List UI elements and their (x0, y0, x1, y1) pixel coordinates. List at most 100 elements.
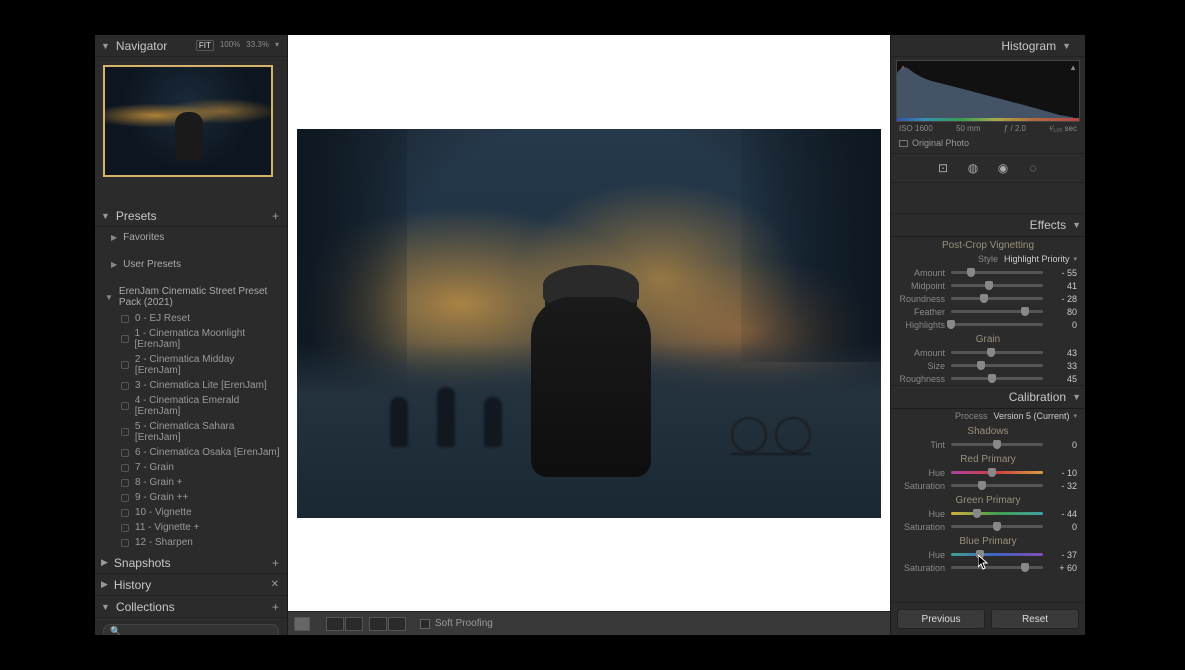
slider-track[interactable] (951, 512, 1043, 515)
redeye-tool-icon[interactable]: ◉ (995, 160, 1011, 176)
slider-shadows-tint[interactable]: Tint0 (891, 438, 1085, 451)
vignette-style-dropdown[interactable]: Style Highlight Priority ▾ (891, 252, 1085, 266)
snapshots-header[interactable]: ▶ Snapshots + (95, 552, 287, 574)
masking-tool-icon[interactable]: ◌ (1025, 160, 1041, 176)
slider-grain-roughness[interactable]: Roughness45 (891, 372, 1085, 385)
before-after-toggle[interactable] (326, 617, 344, 631)
slider-track[interactable] (951, 566, 1043, 569)
slider-track[interactable] (951, 443, 1043, 446)
histogram-header[interactable]: Histogram ▼ (891, 35, 1085, 57)
navigator-header[interactable]: ▼ Navigator FIT 100% 33.3% ▾ (95, 35, 287, 57)
slider-thumb[interactable] (987, 348, 995, 357)
slider-thumb[interactable] (985, 281, 993, 290)
preset-item[interactable]: 11 - Vignette + (95, 520, 287, 535)
slider-grain-size[interactable]: Size33 (891, 359, 1085, 372)
history-header[interactable]: ▶ History ✕ (95, 574, 287, 596)
preset-item[interactable]: 4 - Cinematica Emerald [ErenJam] (95, 393, 287, 419)
slider-thumb[interactable] (977, 361, 985, 370)
loupe-view-button[interactable] (294, 617, 310, 631)
slider-thumb[interactable] (1021, 563, 1029, 572)
zoom-33[interactable]: 33.3% (246, 40, 269, 51)
slider-thumb[interactable] (973, 509, 981, 518)
slider-track[interactable] (951, 484, 1043, 487)
slider-track[interactable] (951, 364, 1043, 367)
copy-before-after[interactable] (388, 617, 406, 631)
presets-favorites[interactable]: ▶ Favorites (95, 229, 287, 246)
navigator-preview[interactable] (103, 65, 273, 177)
slider-red-hue[interactable]: Hue- 10 (891, 466, 1085, 479)
presets-userpresets[interactable]: ▶ User Presets (95, 256, 287, 273)
original-photo-toggle[interactable]: Original Photo (891, 135, 1085, 151)
slider-thumb[interactable] (988, 374, 996, 383)
slider-thumb[interactable] (978, 481, 986, 490)
preset-item[interactable]: 3 - Cinematica Lite [ErenJam] (95, 378, 287, 393)
slider-grain-amount[interactable]: Amount43 (891, 346, 1085, 359)
slider-thumb[interactable] (993, 522, 1001, 531)
slider-track[interactable] (951, 525, 1043, 528)
before-after-split-group (369, 617, 406, 631)
reset-button[interactable]: Reset (991, 609, 1079, 629)
slider-thumb[interactable] (967, 268, 975, 277)
clear-history-button[interactable]: ✕ (271, 579, 279, 590)
slider-red-sat[interactable]: Saturation- 32 (891, 479, 1085, 492)
slider-thumb[interactable] (1021, 307, 1029, 316)
zoom-fit[interactable]: FIT (196, 40, 214, 51)
slider-thumb[interactable] (976, 550, 984, 559)
slider-track[interactable] (951, 377, 1043, 380)
slider-track[interactable] (951, 553, 1043, 556)
histogram-display[interactable]: ▲ ▲ (896, 60, 1080, 122)
soft-proofing-toggle[interactable]: Soft Proofing (420, 618, 493, 629)
process-version-dropdown[interactable]: Process Version 5 (Current) ▾ (891, 409, 1085, 423)
slider-blue-hue[interactable]: Hue- 37 (891, 548, 1085, 561)
before-after-mode[interactable] (345, 617, 363, 631)
preset-item[interactable]: 8 - Grain + (95, 475, 287, 490)
slider-thumb[interactable] (947, 320, 955, 329)
preset-item[interactable]: 12 - Sharpen (95, 535, 287, 550)
crop-tool-icon[interactable]: ⊡ (935, 160, 951, 176)
zoom-100[interactable]: 100% (220, 40, 240, 51)
slider-green-hue[interactable]: Hue- 44 (891, 507, 1085, 520)
calibration-header[interactable]: Calibration ▼ (891, 385, 1085, 409)
previous-button[interactable]: Previous (897, 609, 985, 629)
preset-item[interactable]: 5 - Cinematica Sahara [ErenJam] (95, 419, 287, 445)
slider-green-sat[interactable]: Saturation0 (891, 520, 1085, 533)
photo-canvas[interactable] (288, 35, 890, 611)
preset-item[interactable]: 2 - Cinematica Midday [ErenJam] (95, 352, 287, 378)
slider-track[interactable] (951, 351, 1043, 354)
before-after-group (326, 617, 363, 631)
swap-before-after[interactable] (369, 617, 387, 631)
slider-track[interactable] (951, 323, 1043, 326)
presets-header[interactable]: ▼ Presets + (95, 205, 287, 227)
preset-item[interactable]: 6 - Cinematica Osaka [ErenJam] (95, 445, 287, 460)
slider-track[interactable] (951, 297, 1043, 300)
add-snapshot-button[interactable]: + (272, 556, 279, 570)
preset-item[interactable]: 0 - EJ Reset (95, 311, 287, 326)
preset-item[interactable]: 7 - Grain (95, 460, 287, 475)
zoom-caret-icon[interactable]: ▾ (275, 40, 279, 51)
slider-feather[interactable]: Feather80 (891, 305, 1085, 318)
slider-track[interactable] (951, 284, 1043, 287)
preset-item[interactable]: 10 - Vignette (95, 505, 287, 520)
add-collection-button[interactable]: + (272, 600, 279, 614)
slider-thumb[interactable] (980, 294, 988, 303)
preset-item[interactable]: 1 - Cinematica Moonlight [ErenJam] (95, 326, 287, 352)
heal-tool-icon[interactable]: ◍ (965, 160, 981, 176)
preset-pack-folder[interactable]: ▼ ErenJam Cinematic Street Preset Pack (… (95, 283, 287, 311)
slider-track[interactable] (951, 471, 1043, 474)
slider-highlights[interactable]: Highlights0 (891, 318, 1085, 331)
slider-thumb[interactable] (988, 468, 996, 477)
slider-thumb[interactable] (993, 440, 1001, 449)
slider-amount[interactable]: Amount- 55 (891, 266, 1085, 279)
slider-track[interactable] (951, 310, 1043, 313)
slider-roundness[interactable]: Roundness- 28 (891, 292, 1085, 305)
slider-midpoint[interactable]: Midpoint41 (891, 279, 1085, 292)
effects-header[interactable]: Effects ▼ (891, 213, 1085, 237)
preset-item[interactable]: 9 - Grain ++ (95, 490, 287, 505)
slider-track[interactable] (951, 271, 1043, 274)
slider-blue-sat[interactable]: Saturation+ 60 (891, 561, 1085, 574)
chevron-right-icon: ▶ (111, 233, 117, 242)
right-panel: Histogram ▼ ▲ ▲ ISO 1600 50 mm ƒ / 2.0 ¹… (890, 35, 1085, 635)
collections-search-input[interactable]: 🔍 (103, 624, 279, 635)
collections-header[interactable]: ▼ Collections + (95, 596, 287, 618)
add-preset-button[interactable]: + (272, 209, 279, 223)
